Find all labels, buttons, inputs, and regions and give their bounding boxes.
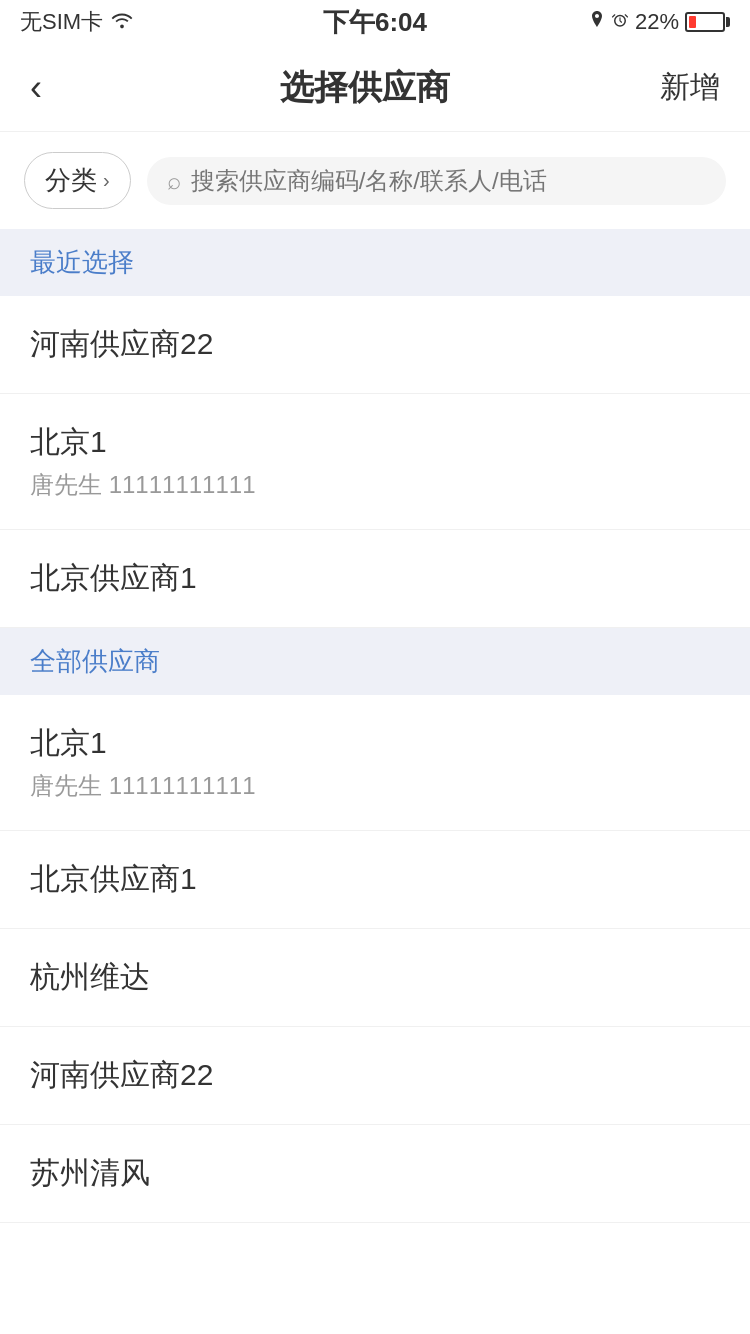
section-header-recent: 最近选择 [0,229,750,296]
add-button[interactable]: 新增 [640,67,720,108]
back-button[interactable]: ‹ [30,67,90,109]
page-title: 选择供应商 [280,65,450,111]
status-right: 22% [589,9,730,35]
list-item[interactable]: 北京供应商1 [0,530,750,628]
item-name: 北京1 [30,422,720,463]
carrier-label: 无SIM卡 [20,7,103,37]
list-item[interactable]: 苏州清风 [0,1125,750,1223]
item-detail: 唐先生 11111111111 [30,469,720,501]
wifi-icon [111,9,133,35]
status-left: 无SIM卡 [20,7,133,37]
chevron-right-icon: › [103,169,110,192]
battery-percent: 22% [635,9,679,35]
search-icon: ⌕ [167,167,181,195]
search-box[interactable]: ⌕ [147,157,726,205]
item-name: 河南供应商22 [30,1055,720,1096]
search-input[interactable] [191,167,706,195]
category-filter-button[interactable]: 分类 › [24,152,131,209]
alarm-icon [611,9,629,35]
section-header-all: 全部供应商 [0,628,750,695]
item-detail: 唐先生 11111111111 [30,770,720,802]
category-label: 分类 [45,163,97,198]
battery-icon [685,12,730,32]
location-icon [589,9,605,35]
item-name: 北京供应商1 [30,859,720,900]
list-item[interactable]: 河南供应商22 [0,296,750,394]
list-item[interactable]: 河南供应商22 [0,1027,750,1125]
filter-bar: 分类 › ⌕ [0,132,750,229]
supplier-list: 最近选择河南供应商22 北京1 唐先生 11111111111 北京供应商1 全部供应商… [0,229,750,1223]
item-name: 河南供应商22 [30,324,720,365]
nav-bar: ‹ 选择供应商 新增 [0,44,750,132]
item-name: 苏州清风 [30,1153,720,1194]
list-item[interactable]: 杭州维达 [0,929,750,1027]
item-name: 北京供应商1 [30,558,720,599]
list-item[interactable]: 北京供应商1 [0,831,750,929]
status-bar: 无SIM卡 下午6:04 22% [0,0,750,44]
status-time: 下午6:04 [323,5,427,40]
item-name: 北京1 [30,723,720,764]
item-name: 杭州维达 [30,957,720,998]
list-item[interactable]: 北京1 唐先生 11111111111 [0,695,750,831]
list-item[interactable]: 北京1 唐先生 11111111111 [0,394,750,530]
